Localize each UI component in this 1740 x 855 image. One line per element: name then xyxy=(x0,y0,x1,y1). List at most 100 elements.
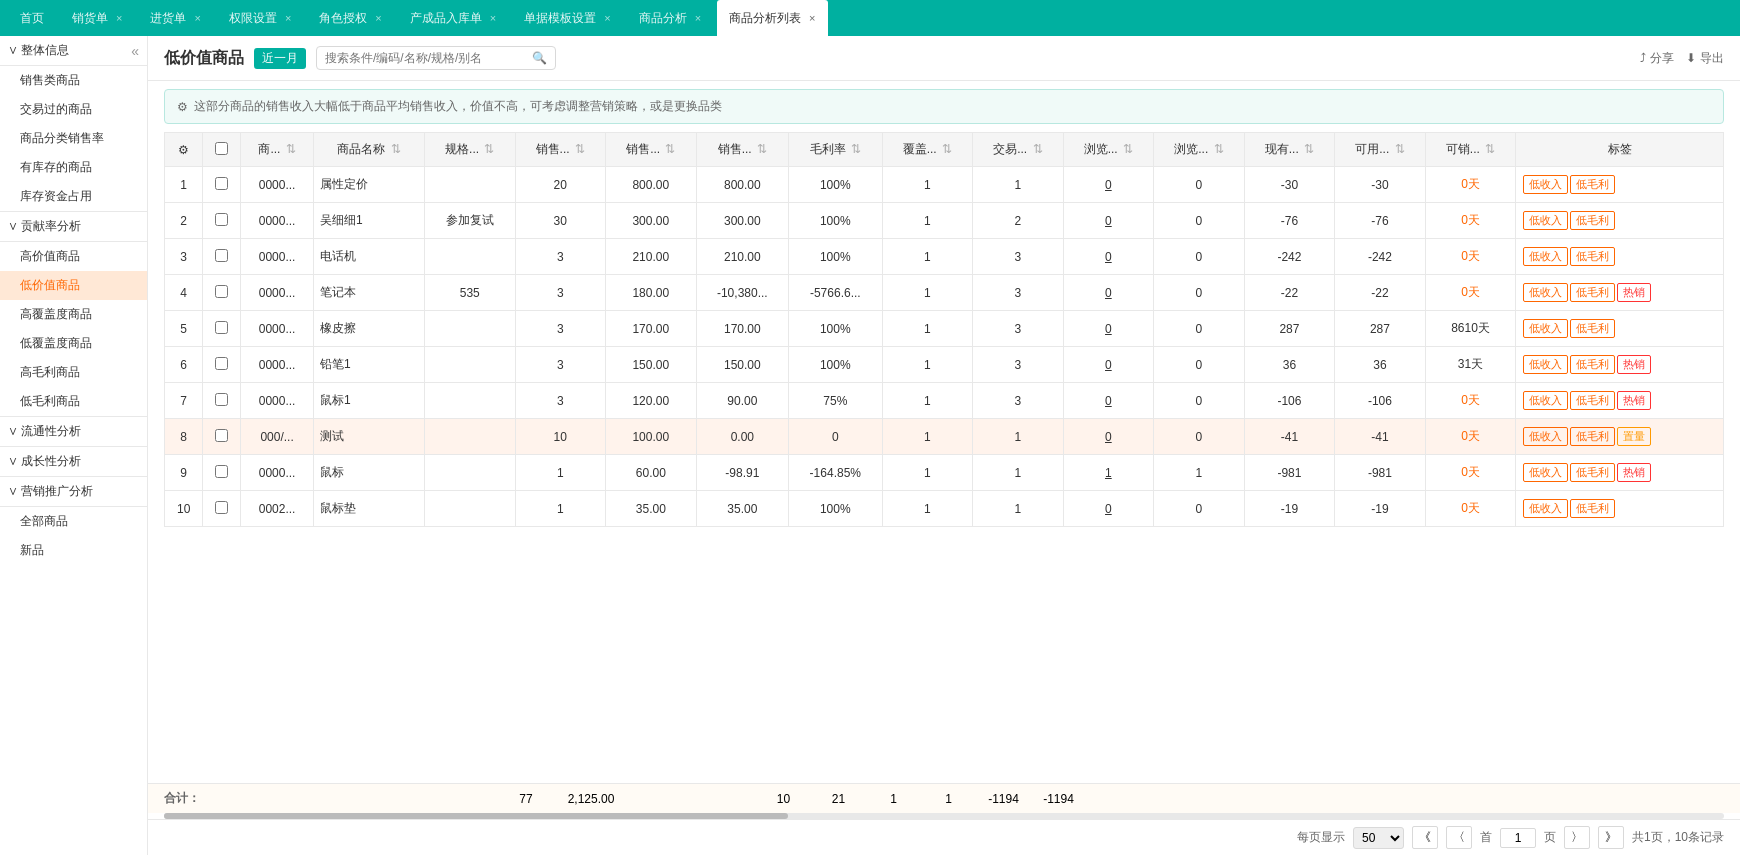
row-check[interactable] xyxy=(215,177,228,190)
row-checkbox[interactable] xyxy=(203,167,241,203)
sidebar-item-traded[interactable]: 交易过的商品 xyxy=(0,95,147,124)
row-col7[interactable]: 0 xyxy=(1063,491,1154,527)
view-link[interactable]: 0 xyxy=(1105,322,1112,336)
col-stock-header[interactable]: 现有... ⇅ xyxy=(1244,133,1335,167)
sidebar-item-sales-goods[interactable]: 销售类商品 xyxy=(0,66,147,95)
row-checkbox[interactable] xyxy=(203,311,241,347)
sidebar-item-low-coverage[interactable]: 低覆盖度商品 xyxy=(0,329,147,358)
row-col7[interactable]: 0 xyxy=(1063,311,1154,347)
sidebar-collapse-btn[interactable]: « xyxy=(131,43,139,59)
row-checkbox[interactable] xyxy=(203,383,241,419)
nav-template[interactable]: 单据模板设置 × xyxy=(512,0,622,36)
col-view1-header[interactable]: 浏览... ⇅ xyxy=(1063,133,1154,167)
per-page-select[interactable]: 50 100 200 xyxy=(1353,827,1404,849)
col-sales1-header[interactable]: 销售... ⇅ xyxy=(515,133,606,167)
nav-permission[interactable]: 权限设置 × xyxy=(217,0,303,36)
row-checkbox[interactable] xyxy=(203,419,241,455)
nav-role-close[interactable]: × xyxy=(375,12,381,24)
row-checkbox[interactable] xyxy=(203,275,241,311)
sidebar-item-stock-capital[interactable]: 库存资金占用 xyxy=(0,182,147,211)
col-coverage-header[interactable]: 覆盖... ⇅ xyxy=(882,133,973,167)
view-link[interactable]: 0 xyxy=(1105,286,1112,300)
page-number-input[interactable] xyxy=(1500,828,1536,848)
view-link[interactable]: 0 xyxy=(1105,430,1112,444)
row-check[interactable] xyxy=(215,501,228,514)
row-checkbox[interactable] xyxy=(203,491,241,527)
col-spec-header[interactable]: 规格... ⇅ xyxy=(424,133,515,167)
sidebar-item-stock[interactable]: 有库存的商品 xyxy=(0,153,147,182)
row-col7[interactable]: 0 xyxy=(1063,275,1154,311)
nav-sales-close[interactable]: × xyxy=(116,12,122,24)
col-margin-header[interactable]: 毛利率 ⇅ xyxy=(789,133,882,167)
col-code-header[interactable]: 商... ⇅ xyxy=(241,133,314,167)
nav-template-close[interactable]: × xyxy=(604,12,610,24)
sidebar-item-category-rate[interactable]: 商品分类销售率 xyxy=(0,124,147,153)
row-check[interactable] xyxy=(215,357,228,370)
row-check[interactable] xyxy=(215,213,228,226)
share-button[interactable]: ⤴ 分享 xyxy=(1640,50,1674,67)
row-col7[interactable]: 0 xyxy=(1063,347,1154,383)
row-checkbox[interactable] xyxy=(203,455,241,491)
col-sellable-header[interactable]: 可销... ⇅ xyxy=(1425,133,1516,167)
row-checkbox[interactable] xyxy=(203,239,241,275)
sidebar-item-high-margin[interactable]: 高毛利商品 xyxy=(0,358,147,387)
search-input[interactable] xyxy=(325,51,528,65)
first-page-btn[interactable]: 《 xyxy=(1412,826,1438,849)
row-check[interactable] xyxy=(215,465,228,478)
row-col7[interactable]: 0 xyxy=(1063,203,1154,239)
col-view2-header[interactable]: 浏览... ⇅ xyxy=(1154,133,1245,167)
view-link[interactable]: 0 xyxy=(1105,178,1112,192)
nav-purchase-close[interactable]: × xyxy=(194,12,200,24)
nav-home[interactable]: 首页 xyxy=(8,0,56,36)
nav-permission-close[interactable]: × xyxy=(285,12,291,24)
row-col7[interactable]: 0 xyxy=(1063,383,1154,419)
nav-purchase[interactable]: 进货单 × xyxy=(138,0,212,36)
nav-analysis-list[interactable]: 商品分析列表 × xyxy=(717,0,827,36)
prev-page-btn[interactable]: 〈 xyxy=(1446,826,1472,849)
sidebar-item-new-goods[interactable]: 新品 xyxy=(0,536,147,565)
col-available-header[interactable]: 可用... ⇅ xyxy=(1335,133,1426,167)
sidebar-item-low-value[interactable]: 低价值商品 xyxy=(0,271,147,300)
view-link[interactable]: 1 xyxy=(1105,466,1112,480)
row-check[interactable] xyxy=(215,429,228,442)
col-sales2-header[interactable]: 销售... ⇅ xyxy=(606,133,697,167)
col-trade-header[interactable]: 交易... ⇅ xyxy=(973,133,1064,167)
next-page-btn[interactable]: 〉 xyxy=(1564,826,1590,849)
table-container[interactable]: ⚙ 商... ⇅ 商品名称 ⇅ 规格... ⇅ 销售... ⇅ 销售... ⇅ … xyxy=(164,132,1724,783)
view-link[interactable]: 0 xyxy=(1105,214,1112,228)
select-all-checkbox[interactable] xyxy=(215,142,228,155)
sidebar-item-low-margin[interactable]: 低毛利商品 xyxy=(0,387,147,416)
row-check[interactable] xyxy=(215,249,228,262)
row-check[interactable] xyxy=(215,321,228,334)
col-sales3-header[interactable]: 销售... ⇅ xyxy=(696,133,789,167)
view-link[interactable]: 0 xyxy=(1105,502,1112,516)
row-col7[interactable]: 0 xyxy=(1063,167,1154,203)
sidebar-item-high-value[interactable]: 高价值商品 xyxy=(0,242,147,271)
row-col7[interactable]: 1 xyxy=(1063,455,1154,491)
row-check[interactable] xyxy=(215,393,228,406)
col-name-header[interactable]: 商品名称 ⇅ xyxy=(314,133,425,167)
view-link[interactable]: 0 xyxy=(1105,394,1112,408)
nav-product[interactable]: 产成品入库单 × xyxy=(398,0,508,36)
nav-analysis-list-close[interactable]: × xyxy=(809,12,815,24)
search-icon[interactable]: 🔍 xyxy=(532,51,547,65)
view-link[interactable]: 0 xyxy=(1105,250,1112,264)
nav-analysis-close[interactable]: × xyxy=(695,12,701,24)
col-settings[interactable]: ⚙ xyxy=(165,133,203,167)
view-link[interactable]: 0 xyxy=(1105,358,1112,372)
col-checkbox[interactable] xyxy=(203,133,241,167)
nav-sales[interactable]: 销货单 × xyxy=(60,0,134,36)
row-checkbox[interactable] xyxy=(203,347,241,383)
nav-product-close[interactable]: × xyxy=(490,12,496,24)
row-col7[interactable]: 0 xyxy=(1063,239,1154,275)
last-page-btn[interactable]: 》 xyxy=(1598,826,1624,849)
row-checkbox[interactable] xyxy=(203,203,241,239)
row-col7[interactable]: 0 xyxy=(1063,419,1154,455)
nav-role[interactable]: 角色授权 × xyxy=(307,0,393,36)
nav-analysis[interactable]: 商品分析 × xyxy=(627,0,713,36)
sidebar-item-high-coverage[interactable]: 高覆盖度商品 xyxy=(0,300,147,329)
row-check[interactable] xyxy=(215,285,228,298)
sidebar-item-all-goods[interactable]: 全部商品 xyxy=(0,507,147,536)
export-button[interactable]: ⬇ 导出 xyxy=(1686,50,1724,67)
filter-badge[interactable]: 近一月 xyxy=(254,48,306,69)
